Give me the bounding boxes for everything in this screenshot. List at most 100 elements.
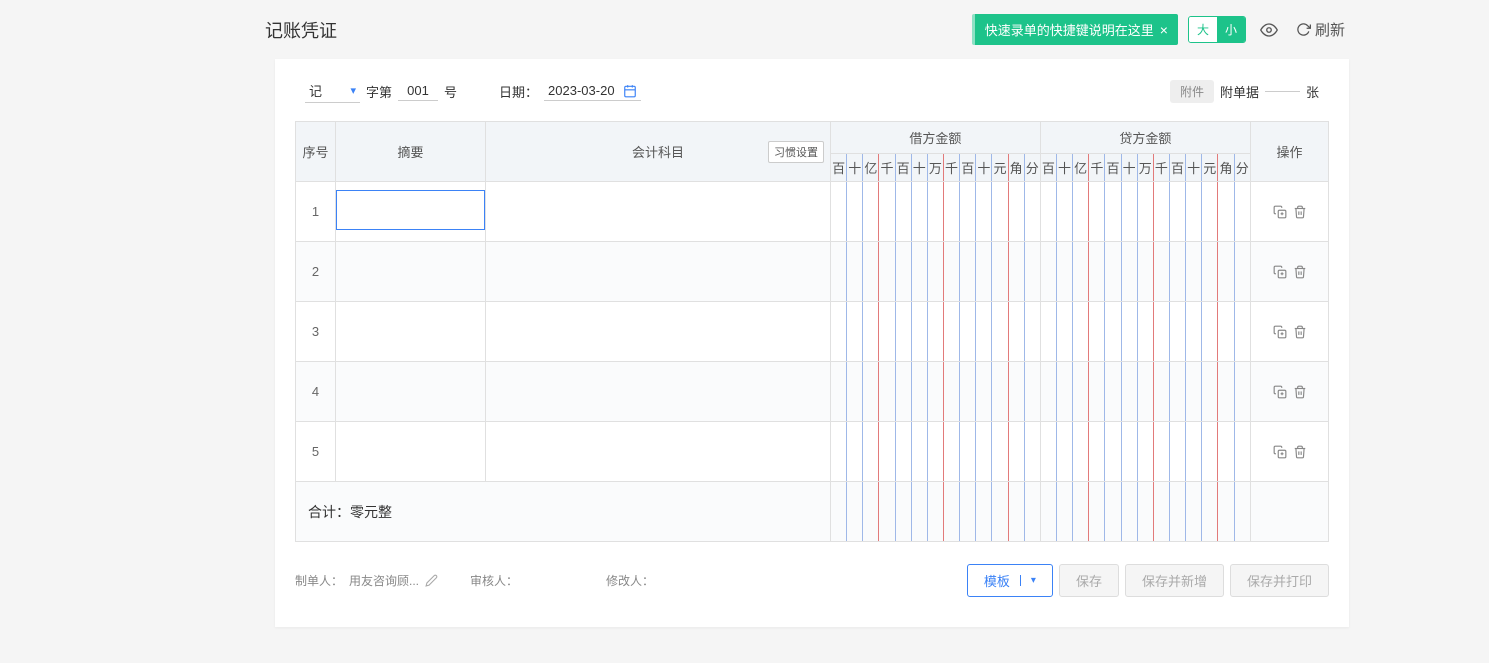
chevron-down-icon[interactable]: ▾ [1020,575,1036,586]
amount-digit-cell[interactable] [927,182,943,242]
summary-cell[interactable] [336,182,486,242]
amount-digit-cell[interactable] [1105,302,1121,362]
amount-digit-cell[interactable] [927,362,943,422]
amount-digit-cell[interactable] [1137,362,1153,422]
amount-digit-cell[interactable] [1089,242,1105,302]
amount-digit-cell[interactable] [960,242,976,302]
amount-digit-cell[interactable] [1137,242,1153,302]
amount-digit-cell[interactable] [992,362,1008,422]
amount-digit-cell[interactable] [1073,422,1089,482]
summary-input[interactable] [336,431,485,469]
amount-digit-cell[interactable] [1137,302,1153,362]
amount-digit-cell[interactable] [1121,182,1137,242]
copy-icon[interactable] [1270,444,1290,459]
amount-digit-cell[interactable] [1153,242,1169,302]
amount-digit-cell[interactable] [1073,242,1089,302]
amount-digit-cell[interactable] [1089,362,1105,422]
template-button[interactable]: 模板 ▾ [967,564,1053,597]
amount-digit-cell[interactable] [847,302,863,362]
amount-digit-cell[interactable] [1008,242,1024,302]
amount-digit-cell[interactable] [992,422,1008,482]
amount-digit-cell[interactable] [992,242,1008,302]
amount-digit-cell[interactable] [1008,362,1024,422]
amount-digit-cell[interactable] [1121,302,1137,362]
summary-input[interactable] [336,371,485,409]
amount-digit-cell[interactable] [879,362,895,422]
amount-digit-cell[interactable] [927,242,943,302]
amount-digit-cell[interactable] [960,362,976,422]
amount-digit-cell[interactable] [879,302,895,362]
amount-digit-cell[interactable] [1153,422,1169,482]
voucher-number[interactable]: 001 [398,81,438,101]
size-large-button[interactable]: 大 [1189,17,1217,42]
amount-digit-cell[interactable] [1202,182,1218,242]
amount-digit-cell[interactable] [943,302,959,362]
amount-digit-cell[interactable] [1008,302,1024,362]
amount-digit-cell[interactable] [1056,362,1072,422]
trash-icon[interactable] [1290,324,1310,339]
amount-digit-cell[interactable] [1105,242,1121,302]
amount-digit-cell[interactable] [1121,362,1137,422]
amount-digit-cell[interactable] [1040,422,1056,482]
amount-digit-cell[interactable] [943,422,959,482]
amount-digit-cell[interactable] [1137,422,1153,482]
amount-digit-cell[interactable] [1153,182,1169,242]
amount-digit-cell[interactable] [992,182,1008,242]
summary-input[interactable] [336,251,485,289]
amount-digit-cell[interactable] [1073,302,1089,362]
subject-cell[interactable] [486,302,831,362]
amount-digit-cell[interactable] [976,182,992,242]
amount-digit-cell[interactable] [1121,242,1137,302]
amount-digit-cell[interactable] [863,422,879,482]
subject-cell[interactable] [486,182,831,242]
amount-digit-cell[interactable] [831,362,847,422]
size-small-button[interactable]: 小 [1217,17,1245,42]
copy-icon[interactable] [1270,264,1290,279]
amount-digit-cell[interactable] [911,362,927,422]
amount-digit-cell[interactable] [895,362,911,422]
amount-digit-cell[interactable] [847,182,863,242]
amount-digit-cell[interactable] [1040,362,1056,422]
amount-digit-cell[interactable] [1169,422,1185,482]
amount-digit-cell[interactable] [831,242,847,302]
save-and-print-button[interactable]: 保存并打印 [1230,564,1329,597]
amount-digit-cell[interactable] [1008,182,1024,242]
copy-icon[interactable] [1270,204,1290,219]
close-icon[interactable]: × [1160,22,1168,38]
amount-digit-cell[interactable] [1234,422,1250,482]
amount-digit-cell[interactable] [1137,182,1153,242]
amount-digit-cell[interactable] [976,302,992,362]
amount-digit-cell[interactable] [960,182,976,242]
amount-digit-cell[interactable] [831,422,847,482]
voucher-type-select[interactable]: 记 ▾ [305,79,360,103]
amount-digit-cell[interactable] [1040,302,1056,362]
subject-cell[interactable] [486,362,831,422]
amount-digit-cell[interactable] [1169,302,1185,362]
amount-digit-cell[interactable] [1089,422,1105,482]
amount-digit-cell[interactable] [911,302,927,362]
amount-digit-cell[interactable] [831,182,847,242]
amount-digit-cell[interactable] [976,362,992,422]
amount-digit-cell[interactable] [1121,422,1137,482]
amount-digit-cell[interactable] [1024,182,1040,242]
amount-digit-cell[interactable] [927,422,943,482]
amount-digit-cell[interactable] [1040,182,1056,242]
amount-digit-cell[interactable] [1234,182,1250,242]
summary-input[interactable] [336,190,485,230]
amount-digit-cell[interactable] [1218,362,1234,422]
amount-digit-cell[interactable] [895,422,911,482]
amount-digit-cell[interactable] [1218,182,1234,242]
amount-digit-cell[interactable] [895,302,911,362]
amount-digit-cell[interactable] [1105,422,1121,482]
subject-cell[interactable] [486,422,831,482]
amount-digit-cell[interactable] [895,242,911,302]
amount-digit-cell[interactable] [1056,302,1072,362]
amount-digit-cell[interactable] [1153,302,1169,362]
summary-cell[interactable] [336,362,486,422]
amount-digit-cell[interactable] [1073,182,1089,242]
edit-icon[interactable] [425,574,438,587]
amount-digit-cell[interactable] [863,362,879,422]
save-button[interactable]: 保存 [1059,564,1119,597]
amount-digit-cell[interactable] [847,362,863,422]
copy-icon[interactable] [1270,384,1290,399]
